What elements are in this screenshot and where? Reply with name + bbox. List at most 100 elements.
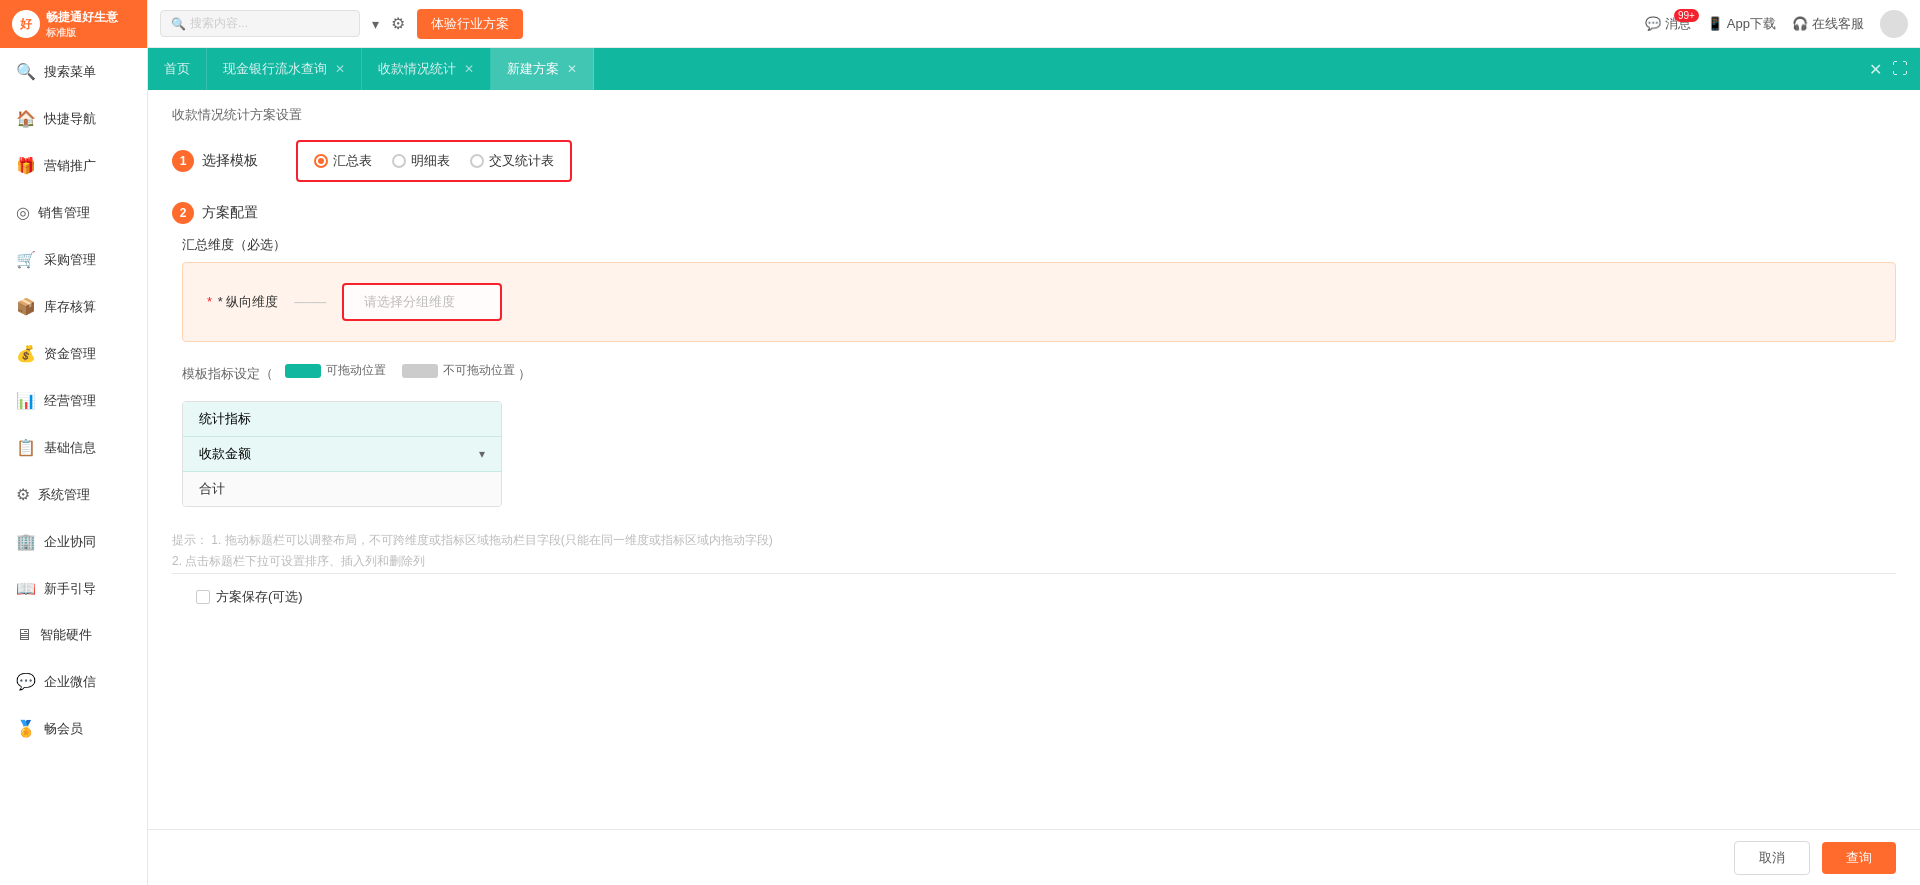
section2: 2 方案配置 汇总维度（必选） * * 纵向维度 —— 请选择分组维度 (172, 202, 1896, 573)
tab-collection-stats[interactable]: 收款情况统计 ✕ (362, 48, 491, 90)
drag-legend: 可拖动位置 不可拖动位置 (285, 362, 515, 379)
dimension-title: 汇总维度（必选） (182, 236, 1896, 254)
sidebar-item-inventory[interactable]: 📦 库存核算 (0, 283, 147, 330)
sidebar-item-guide[interactable]: 📖 新手引导 (0, 565, 147, 612)
metrics-header-label: 统计指标 (199, 410, 251, 428)
non-draggable-box (402, 364, 438, 378)
enterprise-icon: 🏢 (16, 532, 36, 551)
tab-cash-bank[interactable]: 现金银行流水查询 ✕ (207, 48, 362, 90)
tab-close-new-plan[interactable]: ✕ (567, 62, 577, 76)
settings-icon[interactable]: ⚙ (391, 14, 405, 33)
main-area: 🔍 搜索内容... ▾ ⚙ 体验行业方案 💬 消息 99+ 📱 App下载 🎧 … (148, 0, 1920, 885)
radio-cross-circle (470, 154, 484, 168)
sidebar-item-smart-hw[interactable]: 🖥 智能硬件 (0, 612, 147, 658)
system-icon: ⚙ (16, 485, 30, 504)
query-button[interactable]: 查询 (1822, 842, 1896, 874)
search-icon: 🔍 (171, 17, 186, 31)
download-item[interactable]: 📱 App下载 (1707, 15, 1776, 33)
cancel-button[interactable]: 取消 (1734, 841, 1810, 875)
message-icon: 💬 (1645, 16, 1661, 31)
purchase-icon: 🛒 (16, 250, 36, 269)
section1-num: 1 (172, 150, 194, 172)
download-icon: 📱 (1707, 16, 1723, 31)
service-icon: 🎧 (1792, 16, 1808, 31)
basic-info-icon: 📋 (16, 438, 36, 457)
window-close-icon[interactable]: ✕ (1869, 60, 1882, 79)
notification-badge[interactable]: 💬 消息 99+ (1645, 15, 1691, 33)
draggable-legend: 可拖动位置 (285, 362, 386, 379)
search-menu-icon: 🔍 (16, 62, 36, 81)
row-dim-label: * * 纵向维度 (207, 293, 278, 311)
logo-text: 畅捷通好生意 标准版 (46, 9, 118, 40)
sidebar-item-basic-info[interactable]: 📋 基础信息 (0, 424, 147, 471)
dimension-area: * * 纵向维度 —— 请选择分组维度 (182, 262, 1896, 342)
non-draggable-legend: 不可拖动位置 (402, 362, 515, 379)
search-bar[interactable]: 🔍 搜索内容... (160, 10, 360, 37)
content-inner: 收款情况统计方案设置 1 选择模板 汇总表 明细表 (148, 90, 1920, 829)
page-title: 收款情况统计方案设置 (172, 106, 1896, 124)
sidebar-item-system[interactable]: ⚙ 系统管理 (0, 471, 147, 518)
section1-header: 1 选择模板 汇总表 明细表 (172, 140, 1896, 182)
sidebar-item-sales[interactable]: ◎ 销售管理 (0, 189, 147, 236)
sidebar-item-quick-nav[interactable]: 🏠 快捷导航 (0, 95, 147, 142)
app-logo: 好 畅捷通好生意 标准版 (0, 0, 147, 48)
tip2: 2. 点击标题栏下拉可设置排序、插入列和删除列 (172, 551, 1896, 573)
window-expand-icon[interactable]: ⛶ (1892, 60, 1908, 78)
tabbar-end-actions: ✕ ⛶ (1857, 48, 1920, 90)
radio-cross[interactable]: 交叉统计表 (470, 152, 554, 170)
section2-label: 方案配置 (202, 204, 258, 222)
user-avatar[interactable] (1880, 10, 1908, 38)
logo-icon: 好 (12, 10, 40, 38)
guide-icon: 📖 (16, 579, 36, 598)
sales-icon: ◎ (16, 203, 30, 222)
tab-new-plan[interactable]: 新建方案 ✕ (491, 48, 594, 90)
footer-bar: 取消 查询 (148, 829, 1920, 885)
gift-icon: 🎁 (16, 156, 36, 175)
sidebar-item-marketing[interactable]: 🎁 营销推广 (0, 142, 147, 189)
sidebar: 好 畅捷通好生意 标准版 🔍 搜索菜单 🏠 快捷导航 🎁 营销推广 ◎ 销售管理… (0, 0, 148, 885)
smart-hw-icon: 🖥 (16, 626, 32, 644)
sidebar-item-enterprise[interactable]: 🏢 企业协同 (0, 518, 147, 565)
tab-home[interactable]: 首页 (148, 48, 207, 90)
sidebar-item-operation[interactable]: 📊 经营管理 (0, 377, 147, 424)
sidebar-item-search-menu[interactable]: 🔍 搜索菜单 (0, 48, 147, 95)
dimension-container: 汇总维度（必选） * * 纵向维度 —— 请选择分组维度 (182, 236, 1896, 342)
wechat-icon: 💬 (16, 672, 36, 691)
sidebar-item-member[interactable]: 🏅 畅会员 (0, 705, 147, 752)
save-checkbox-container[interactable]: 方案保存(可选) (196, 588, 303, 606)
radio-detail[interactable]: 明细表 (392, 152, 450, 170)
search-dropdown-icon[interactable]: ▾ (372, 16, 379, 32)
sidebar-item-finance[interactable]: 💰 资金管理 (0, 330, 147, 377)
metrics-column-header[interactable]: 收款金额 ▾ (183, 437, 501, 472)
dim-arrow-icon: —— (294, 293, 326, 311)
tab-close-cash-bank[interactable]: ✕ (335, 62, 345, 76)
home-icon: 🏠 (16, 109, 36, 128)
metrics-table-header: 统计指标 (183, 402, 501, 437)
radio-summary[interactable]: 汇总表 (314, 152, 372, 170)
metrics-label: 模板指标设定（ 可拖动位置 不可拖动位置 ） (182, 362, 1896, 383)
member-icon: 🏅 (16, 719, 36, 738)
template-selection-box: 汇总表 明细表 交叉统计表 (296, 140, 572, 182)
trial-button[interactable]: 体验行业方案 (417, 9, 523, 39)
column-name-label: 收款金额 (199, 445, 251, 463)
section2-header: 2 方案配置 (172, 202, 1896, 224)
metrics-table: 统计指标 收款金额 ▾ 合计 (182, 401, 502, 507)
save-checkbox-box[interactable] (196, 590, 210, 604)
content-area: 收款情况统计方案设置 1 选择模板 汇总表 明细表 (148, 90, 1920, 885)
tabbar: 首页 现金银行流水查询 ✕ 收款情况统计 ✕ 新建方案 ✕ ✕ ⛶ (148, 48, 1920, 90)
metrics-row-total: 合计 (183, 472, 501, 506)
inventory-icon: 📦 (16, 297, 36, 316)
draggable-box (285, 364, 321, 378)
finance-icon: 💰 (16, 344, 36, 363)
column-dropdown-icon[interactable]: ▾ (479, 447, 485, 461)
topbar-right: 💬 消息 99+ 📱 App下载 🎧 在线客服 (1645, 10, 1908, 38)
service-item[interactable]: 🎧 在线客服 (1792, 15, 1864, 33)
section2-num: 2 (172, 202, 194, 224)
sidebar-item-wechat[interactable]: 💬 企业微信 (0, 658, 147, 705)
notification-count: 99+ (1674, 9, 1699, 22)
radio-summary-inner (318, 158, 324, 164)
radio-summary-circle (314, 154, 328, 168)
dimension-selector[interactable]: 请选择分组维度 (342, 283, 502, 321)
tab-close-collection[interactable]: ✕ (464, 62, 474, 76)
sidebar-item-purchase[interactable]: 🛒 采购管理 (0, 236, 147, 283)
